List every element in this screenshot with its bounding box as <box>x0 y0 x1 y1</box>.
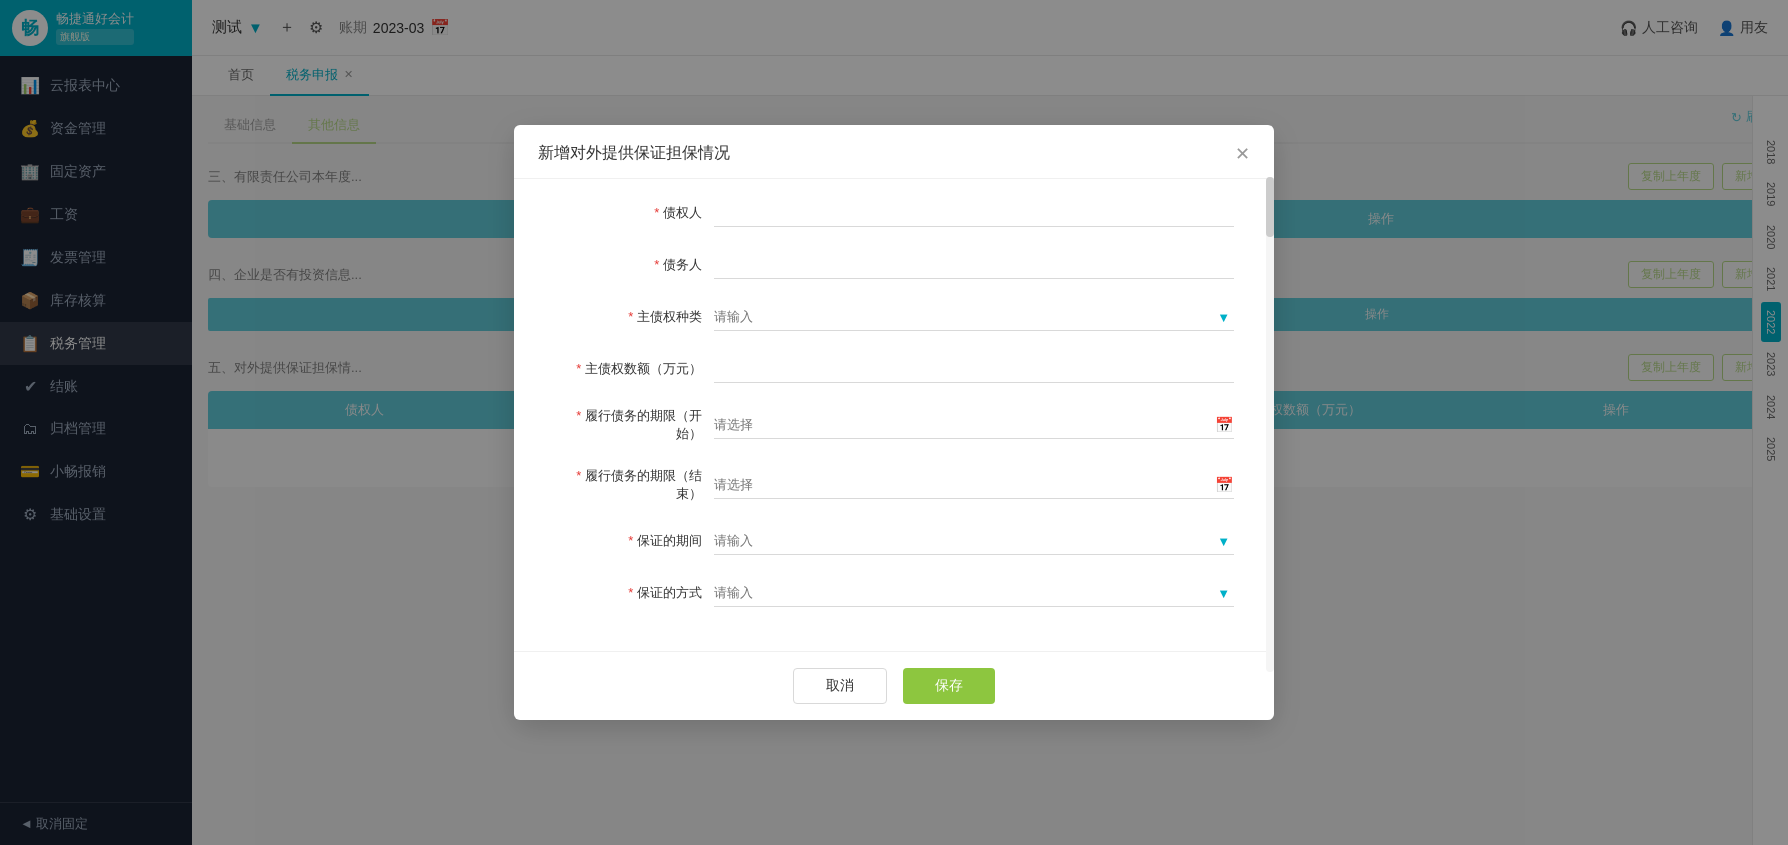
period-end-required: * <box>576 468 581 483</box>
debtor-input[interactable] <box>714 251 1234 279</box>
claim-type-required: * <box>628 309 633 324</box>
dialog-close-btn[interactable]: ✕ <box>1235 145 1250 163</box>
field-debtor-row: * 债务人 <box>554 251 1234 279</box>
claim-type-select-wrapper: ▼ <box>714 303 1234 331</box>
period-start-calendar-icon[interactable]: 📅 <box>1215 416 1234 434</box>
period-start-date-wrapper: 📅 <box>714 411 1234 439</box>
guarantee-period-required: * <box>628 533 633 548</box>
creditor-label: * 债权人 <box>554 204 714 222</box>
period-end-date-wrapper: 📅 <box>714 471 1234 499</box>
field-guarantee-period-row: * 保证的期间 ▼ <box>554 527 1234 555</box>
dialog-header: 新增对外提供保证担保情况 ✕ <box>514 125 1274 179</box>
guarantee-method-select-wrapper: ▼ <box>714 579 1234 607</box>
save-button[interactable]: 保存 <box>903 668 995 704</box>
debtor-label: * 债务人 <box>554 256 714 274</box>
dialog-title: 新增对外提供保证担保情况 <box>538 143 730 164</box>
dialog-scrollbar-track <box>1266 177 1274 672</box>
field-period-end-row: * 履行债务的期限（结束） 📅 <box>554 467 1234 503</box>
creditor-input[interactable] <box>714 199 1234 227</box>
claim-amount-required: * <box>576 361 581 376</box>
guarantee-method-label: * 保证的方式 <box>554 584 714 602</box>
dialog-body: * 债权人 * 债务人 * 主债权种类 <box>514 179 1274 651</box>
field-claim-amount-row: * 主债权数额（万元） <box>554 355 1234 383</box>
dialog-footer: 取消 保存 <box>514 651 1274 720</box>
guarantee-period-select-wrapper: ▼ <box>714 527 1234 555</box>
period-start-input[interactable] <box>714 411 1215 438</box>
field-creditor-row: * 债权人 <box>554 199 1234 227</box>
period-start-required: * <box>576 408 581 423</box>
claim-amount-input[interactable] <box>714 355 1234 383</box>
guarantee-period-input[interactable] <box>714 527 1234 554</box>
guarantee-method-input[interactable] <box>714 579 1234 606</box>
period-end-input[interactable] <box>714 471 1215 498</box>
guarantee-period-label: * 保证的期间 <box>554 532 714 550</box>
claim-type-label: * 主债权种类 <box>554 308 714 326</box>
dialog: 新增对外提供保证担保情况 ✕ * 债权人 * 债务人 <box>514 125 1274 720</box>
modal-overlay: 新增对外提供保证担保情况 ✕ * 债权人 * 债务人 <box>0 0 1788 845</box>
period-start-label: * 履行债务的期限（开始） <box>554 407 714 443</box>
cancel-button[interactable]: 取消 <box>793 668 887 704</box>
field-claim-type-row: * 主债权种类 ▼ <box>554 303 1234 331</box>
guarantee-method-required: * <box>628 585 633 600</box>
field-period-start-row: * 履行债务的期限（开始） 📅 <box>554 407 1234 443</box>
period-end-calendar-icon[interactable]: 📅 <box>1215 476 1234 494</box>
debtor-required: * <box>654 257 659 272</box>
creditor-required: * <box>654 205 659 220</box>
period-end-label: * 履行债务的期限（结束） <box>554 467 714 503</box>
claim-type-input[interactable] <box>714 303 1234 330</box>
claim-amount-label: * 主债权数额（万元） <box>554 360 714 378</box>
field-guarantee-method-row: * 保证的方式 ▼ <box>554 579 1234 607</box>
dialog-scrollbar-thumb[interactable] <box>1266 177 1274 237</box>
